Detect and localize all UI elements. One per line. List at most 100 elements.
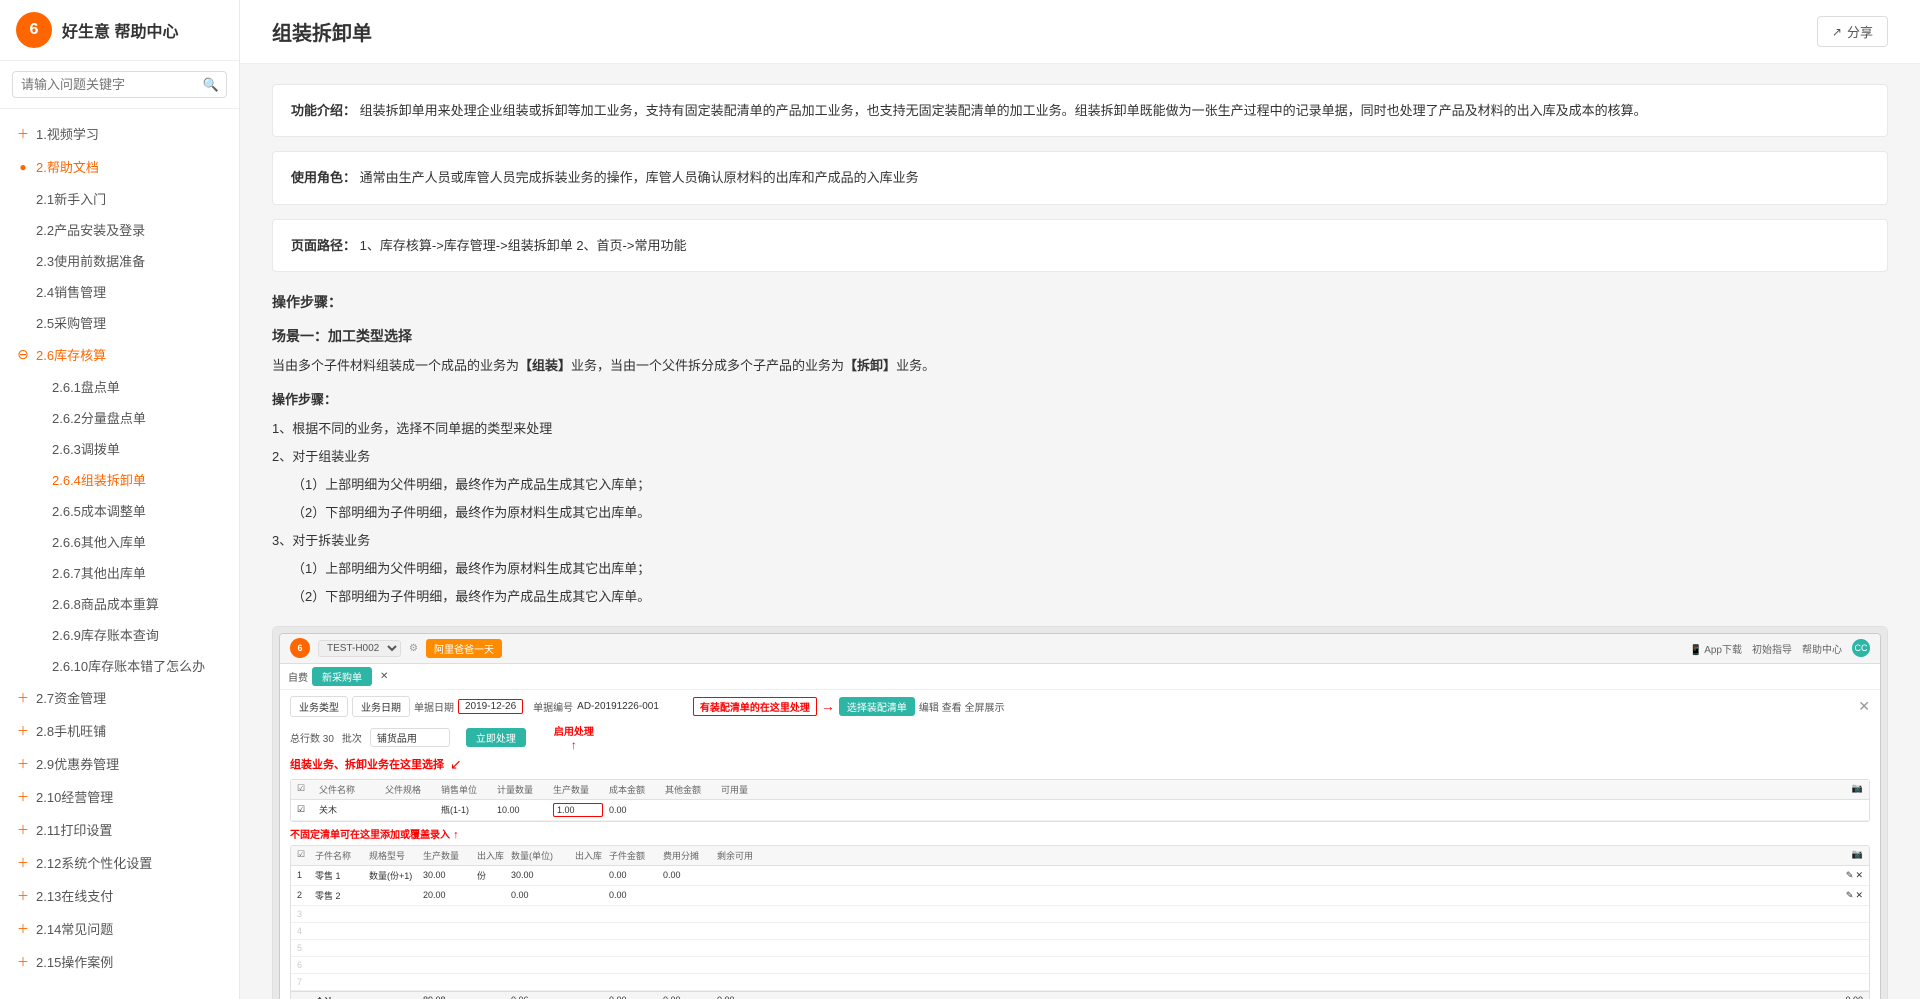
sim-bth-alloc: 费用分摊 (663, 849, 713, 862)
sidebar-item-docs-2-6-10[interactable]: 2.6.10库存账本错了怎么办 (0, 650, 239, 681)
share-label: 分享 (1847, 22, 1873, 41)
sidebar-item-docs-2-3[interactable]: 2.3使用前数据准备 (0, 245, 239, 276)
sim-form-area: 业务类型 业务日期 单据日期 2019-12-26 单据编号 AD-201912… (280, 690, 1880, 999)
sidebar-item-docs-2-6-4[interactable]: 2.6.4组装拆卸单 (0, 464, 239, 495)
step-3-2: （2）下部明细为子件明细，最终作为产成品生成其它入库单。 (292, 584, 1888, 610)
sim-bottom-row2: 2 零售 2 20.00 0.00 0.00 (291, 886, 1869, 906)
sidebar-item-docs-2-6-7[interactable]: 2.6.7其他出库单 (0, 557, 239, 588)
sim-form-row2: 总行数 30 批次 铺货品用 立即处理 启用处理 ↑ (290, 723, 1870, 752)
sim-company-select[interactable]: TEST-H002 (318, 640, 401, 657)
sim-th-unit: 销售单位 (441, 783, 491, 796)
sim-bottom-row7: 7 (291, 974, 1869, 991)
search-input[interactable] (12, 71, 227, 98)
role-block: 使用角色： 通常由生产人员或库管人员完成拆装业务的操作，库管人员确认原材料的出库… (272, 151, 1888, 204)
sim-topbar-item-avatar: CC (1852, 639, 1870, 657)
share-button[interactable]: ↗ 分享 (1817, 16, 1888, 47)
sim-close-icon[interactable]: ✕ (1858, 698, 1870, 714)
sidebar-item-docs-2-6-5[interactable]: 2.6.5成本调整单 (0, 495, 239, 526)
sim-btn-apply[interactable]: 立即处理 (466, 728, 526, 747)
sim-code-label: 单据编号 (533, 699, 573, 714)
plus-icon-2-15: ＋ (16, 955, 30, 969)
steps-sublabel: 操作步骤： (272, 389, 1888, 408)
sim-puhuo-select[interactable]: 铺货品用 (370, 728, 450, 747)
sidebar-item-docs-2-15-label: 2.15操作案例 (36, 952, 113, 971)
sidebar-item-docs[interactable]: ● 2.帮助文档 (0, 150, 239, 183)
sidebar-item-docs-2-13-label: 2.13在线支付 (36, 886, 113, 905)
sidebar-item-docs-2-13[interactable]: ＋ 2.13在线支付 (0, 879, 239, 912)
sim-logo: 6 (290, 638, 310, 658)
sidebar-item-docs-2-5[interactable]: 2.5采购管理 (0, 307, 239, 338)
sidebar-item-docs-2-6-9[interactable]: 2.6.9库存账本查询 (0, 619, 239, 650)
ops-steps-title: 操作步骤： (272, 292, 1888, 312)
sim-btn-save[interactable]: 业务类型 (290, 696, 348, 717)
sidebar-item-docs-2-4[interactable]: 2.4销售管理 (0, 276, 239, 307)
sim-td-planqty1: 10.00 (497, 805, 547, 815)
sidebar-item-docs-2-6-6[interactable]: 2.6.6其他入库单 (0, 526, 239, 557)
logo-icon: 6 (16, 12, 52, 48)
sim-close-btn[interactable]: ✕ (1858, 698, 1870, 715)
role-label: 使用角色： (291, 170, 356, 185)
sidebar-item-docs-2-6-2[interactable]: 2.6.2分量盘点单 (0, 402, 239, 433)
sidebar-item-video-label: 1.视频学习 (36, 124, 99, 143)
minus-circle-icon: ⊖ (16, 348, 30, 362)
sidebar-item-docs-2-7[interactable]: ＋ 2.7资金管理 (0, 681, 239, 714)
sim-annotation2-wrap: 组装业务、拆卸业务在这里选择 ↙ (290, 756, 1870, 773)
sim-td-prodqty1: 1.00 (553, 803, 603, 817)
sim-code-val: AD-20191226-001 (577, 701, 659, 712)
sidebar-item-docs-2-8-label: 2.8手机旺铺 (36, 721, 106, 740)
sidebar-item-docs-2-11[interactable]: ＋ 2.11打印设置 (0, 813, 239, 846)
plus-icon-2-9: ＋ (16, 757, 30, 771)
sim-annotation4-wrap: 不固定清单可在这里添加或覆盖录入 ↑ (290, 826, 1870, 841)
path-label: 页面路径： (291, 238, 356, 253)
sidebar-item-docs-2-2[interactable]: 2.2产品安装及登录 (0, 214, 239, 245)
sim-bottom-row1: 1 零售 1 数量(份+1) 30.00 份 30.00 0.00 0.00 (291, 866, 1869, 886)
step-2-1: （1）上部明细为父件明细，最终作为产成品生成其它入库单； (292, 472, 1888, 498)
sim-annotation3-wrap: 启用处理 ↑ (554, 723, 594, 752)
sim-th-cost: 成本金额 (609, 783, 659, 796)
sim-row1-edit[interactable]: ✎ (1846, 870, 1854, 881)
sidebar-item-docs-2-1[interactable]: 2.1新手入门 (0, 183, 239, 214)
sidebar-item-docs-2-6-1[interactable]: 2.6.1盘点单 (0, 371, 239, 402)
content-header: 组装拆卸单 ↗ 分享 (240, 0, 1920, 64)
search-wrap: 🔍 (12, 71, 227, 98)
step-3-1: （1）上部明细为父件明细，最终作为原材料生成其它出库单； (292, 556, 1888, 582)
sim-orange-btn[interactable]: 阿里爸爸一天 (426, 639, 502, 658)
sidebar-item-docs-2-14[interactable]: ＋ 2.14常见问题 (0, 912, 239, 945)
search-box: 🔍 (0, 61, 239, 109)
sidebar-item-docs-2-6-8[interactable]: 2.6.8商品成本重算 (0, 588, 239, 619)
sim-row2-edit[interactable]: ✎ (1846, 890, 1854, 901)
sidebar: 6 好生意 帮助中心 🔍 ＋ 1.视频学习 ● 2.帮助文档 2.1新手入门 2… (0, 0, 240, 999)
sim-top-table-header: ☑ 父件名称 父件规格 销售单位 计量数量 生产数量 成本金额 其他金额 可用量… (291, 780, 1869, 800)
sidebar-item-docs-2-9[interactable]: ＋ 2.9优惠券管理 (0, 747, 239, 780)
sim-arrow2: ↙ (450, 756, 462, 773)
sim-row1-del[interactable]: ✕ (1855, 870, 1863, 881)
feature-intro-text: 组装拆卸单用来处理企业组装或拆卸等加工业务，支持有固定装配清单的产品加工业务，也… (360, 103, 1647, 118)
sidebar-item-docs-2-10[interactable]: ＋ 2.10经营管理 (0, 780, 239, 813)
sim-tab-active[interactable]: 新采购单 (312, 667, 372, 686)
sim-bth-child-amt: 子件金额 (609, 849, 659, 862)
step-1: 1、根据不同的业务，选择不同单据的类型来处理 (272, 416, 1888, 442)
sidebar-item-docs-2-15[interactable]: ＋ 2.15操作案例 (0, 945, 239, 978)
sim-bth-io1: 出入库 (477, 849, 507, 862)
sim-rows-label: 总行数 30 (290, 730, 334, 745)
sidebar-item-docs-2-8[interactable]: ＋ 2.8手机旺铺 (0, 714, 239, 747)
sidebar-item-video[interactable]: ＋ 1.视频学习 (0, 117, 239, 150)
sim-topbar-right: 📱 App下载 初始指导 帮助中心 CC (1690, 639, 1870, 657)
sim-row2-del[interactable]: ✕ (1855, 890, 1863, 901)
sidebar-item-docs-2-6-3[interactable]: 2.6.3调拨单 (0, 433, 239, 464)
search-icon[interactable]: 🔍 (203, 77, 219, 93)
sim-btn-submit[interactable]: 业务日期 (352, 696, 410, 717)
sidebar-item-docs-2-6[interactable]: ⊖ 2.6库存核算 (0, 338, 239, 371)
plus-icon-2-14: ＋ (16, 922, 30, 936)
steps-list: 1、根据不同的业务，选择不同单据的类型来处理 2、对于组装业务 （1）上部明细为… (272, 416, 1888, 610)
sim-tab-x[interactable]: ✕ (380, 671, 388, 682)
sim-arrow1: → (821, 698, 835, 714)
sim-bottom-row4: 4 (291, 923, 1869, 940)
sim-th-parent-name: 父件名称 (319, 783, 379, 796)
sim-tab-home[interactable]: 自费 (288, 669, 308, 684)
sidebar-item-docs-2-9-label: 2.9优惠券管理 (36, 754, 119, 773)
sidebar-item-docs-2-12[interactable]: ＋ 2.12系统个性化设置 (0, 846, 239, 879)
sim-btn-peilist[interactable]: 选择装配清单 (839, 697, 915, 716)
sim-bth-io2: 出入库 (575, 849, 605, 862)
sim-arrow3: ↑ (571, 738, 577, 752)
